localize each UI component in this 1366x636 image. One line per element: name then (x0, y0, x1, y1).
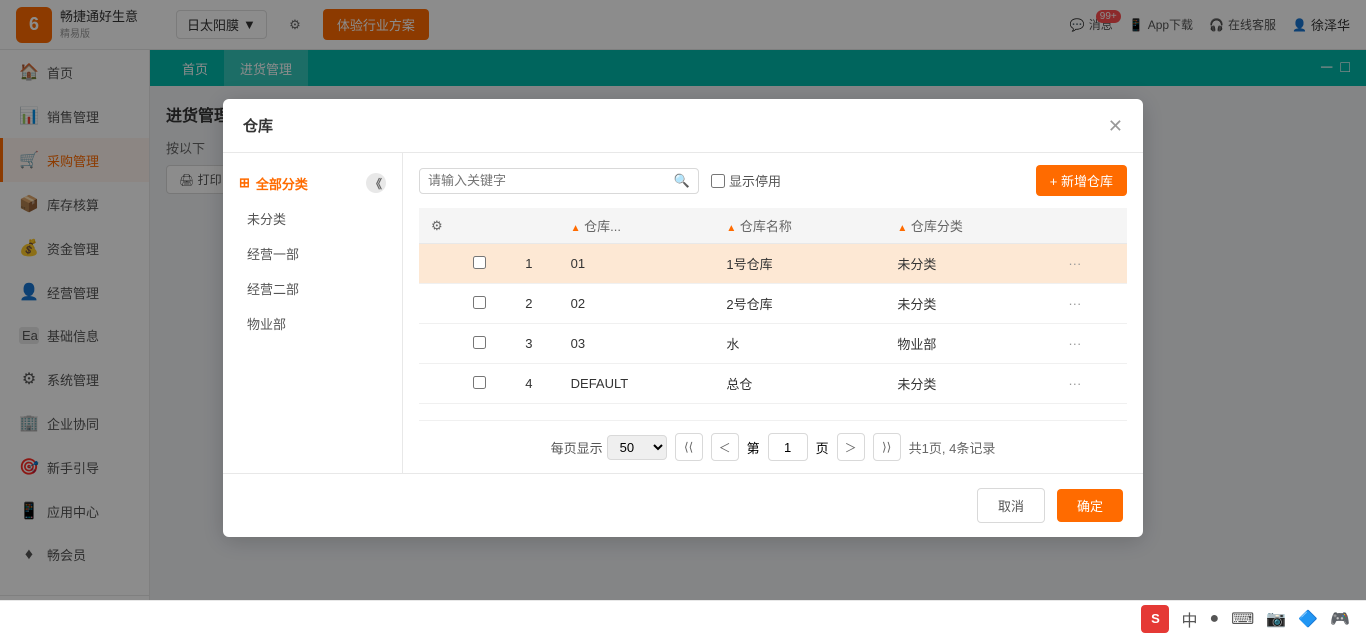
show-disabled-checkbox[interactable] (711, 174, 725, 188)
cell-category: 物业部 (885, 324, 1056, 364)
modal-title: 仓库 (243, 115, 273, 136)
first-page-button[interactable]: ⟨⟨ (675, 433, 703, 461)
cell-settings (419, 324, 459, 364)
th-num (499, 208, 559, 244)
taskbar-zh-icon[interactable]: 中 (1181, 607, 1197, 631)
table-row[interactable]: 3 03 水 物业部 ··· (419, 324, 1127, 364)
grid-icon: ⊞ (239, 175, 250, 191)
search-box: 🔍 (419, 168, 699, 194)
collapse-button[interactable]: 《 (366, 173, 386, 193)
th-code[interactable]: ▲ 仓库... (559, 208, 715, 244)
table-row[interactable]: 1 01 1号仓库 未分类 ··· (419, 244, 1127, 284)
category-panel: ⊞ 全部分类 《 未分类 经营一部 经营二部 物业部 (223, 153, 403, 473)
table-row[interactable]: 4 DEFAULT 总仓 未分类 ··· (419, 364, 1127, 404)
last-page-button[interactable]: ⟩⟩ (873, 433, 901, 461)
sort-icon-cat: ▲ (897, 223, 907, 234)
page-input[interactable] (768, 433, 808, 461)
cell-code: 03 (559, 324, 715, 364)
cell-more[interactable]: ··· (1056, 284, 1127, 324)
category-header-all[interactable]: ⊞ 全部分类 《 (223, 165, 402, 201)
cell-code: 01 (559, 244, 715, 284)
modal-overlay: 仓库 ✕ ⊞ 全部分类 《 未分类 经营一部 经营二部 物业部 (0, 0, 1366, 636)
sort-icon: ▲ (571, 223, 581, 234)
per-page-dropdown[interactable]: 50 100 200 (607, 435, 667, 460)
confirm-button[interactable]: 确定 (1057, 489, 1123, 522)
warehouse-table: ⚙ ▲ 仓库... ▲ 仓库名称 (419, 208, 1127, 404)
category-item-ops2[interactable]: 经营二部 (223, 271, 402, 306)
cell-num: 3 (499, 324, 559, 364)
taskbar-game-icon[interactable]: 🎮 (1330, 609, 1350, 629)
table-panel: 🔍 显示停用 + 新增仓库 ⚙ (403, 153, 1143, 473)
cell-check[interactable] (459, 364, 499, 404)
cell-name: 2号仓库 (714, 284, 885, 324)
cell-num: 1 (499, 244, 559, 284)
cell-more[interactable]: ··· (1056, 364, 1127, 404)
show-disabled-label[interactable]: 显示停用 (711, 171, 781, 190)
th-category[interactable]: ▲ 仓库分类 (885, 208, 1056, 244)
next-page-button[interactable]: ＞ (837, 433, 865, 461)
cell-settings (419, 244, 459, 284)
modal-header: 仓库 ✕ (223, 99, 1143, 153)
warehouse-modal: 仓库 ✕ ⊞ 全部分类 《 未分类 经营一部 经营二部 物业部 (223, 99, 1143, 537)
taskbar-blue-icon[interactable]: 🔷 (1298, 609, 1318, 629)
cell-code: 02 (559, 284, 715, 324)
modal-footer: 取消 确定 (223, 473, 1143, 537)
prev-page-button[interactable]: ＜ (711, 433, 739, 461)
all-category-label: 全部分类 (256, 174, 308, 193)
search-input[interactable] (428, 173, 674, 188)
pagination: 每页显示 50 100 200 ⟨⟨ ＜ 第 页 ＞ ⟩⟩ 共1页, 4条记录 (419, 420, 1127, 461)
category-item-ops1[interactable]: 经营一部 (223, 236, 402, 271)
th-name[interactable]: ▲ 仓库名称 (714, 208, 885, 244)
modal-body: ⊞ 全部分类 《 未分类 经营一部 经营二部 物业部 (223, 153, 1143, 473)
cell-settings (419, 284, 459, 324)
page-label: 第 (747, 438, 760, 457)
cell-name: 总仓 (714, 364, 885, 404)
sort-icon-name: ▲ (726, 223, 736, 234)
cell-name: 1号仓库 (714, 244, 885, 284)
cell-more[interactable]: ··· (1056, 244, 1127, 284)
table-row[interactable]: 2 02 2号仓库 未分类 ··· (419, 284, 1127, 324)
cell-code: DEFAULT (559, 364, 715, 404)
th-checkbox (459, 208, 499, 244)
page-size-select: 每页显示 50 100 200 (551, 435, 667, 460)
taskbar-keyboard-icon[interactable]: ⌨ (1231, 609, 1254, 629)
modal-close-button[interactable]: ✕ (1108, 117, 1123, 135)
cancel-button[interactable]: 取消 (977, 488, 1045, 523)
page-summary: 共1页, 4条记录 (909, 438, 996, 457)
table-toolbar: 🔍 显示停用 + 新增仓库 (419, 165, 1127, 196)
cell-name: 水 (714, 324, 885, 364)
search-icon[interactable]: 🔍 (674, 173, 690, 189)
cell-settings (419, 364, 459, 404)
cell-category: 未分类 (885, 284, 1056, 324)
collapse-icon: 《 (370, 175, 382, 192)
category-item-property[interactable]: 物业部 (223, 306, 402, 341)
add-warehouse-button[interactable]: + 新增仓库 (1036, 165, 1127, 196)
cell-check[interactable] (459, 244, 499, 284)
taskbar: S 中 ● ⌨ 📷 🔷 🎮 (0, 600, 1366, 636)
cell-category: 未分类 (885, 244, 1056, 284)
table-header-row: ⚙ ▲ 仓库... ▲ 仓库名称 (419, 208, 1127, 244)
taskbar-logo[interactable]: S (1141, 605, 1169, 633)
th-actions (1056, 208, 1127, 244)
per-page-label: 每页显示 (551, 438, 603, 457)
cell-num: 4 (499, 364, 559, 404)
cell-category: 未分类 (885, 364, 1056, 404)
cell-num: 2 (499, 284, 559, 324)
taskbar-dot-icon[interactable]: ● (1209, 610, 1219, 628)
cell-more[interactable]: ··· (1056, 324, 1127, 364)
page-unit: 页 (816, 438, 829, 457)
cell-check[interactable] (459, 324, 499, 364)
taskbar-camera-icon[interactable]: 📷 (1266, 609, 1286, 629)
category-item-unclassified[interactable]: 未分类 (223, 201, 402, 236)
cell-check[interactable] (459, 284, 499, 324)
th-settings[interactable]: ⚙ (419, 208, 459, 244)
